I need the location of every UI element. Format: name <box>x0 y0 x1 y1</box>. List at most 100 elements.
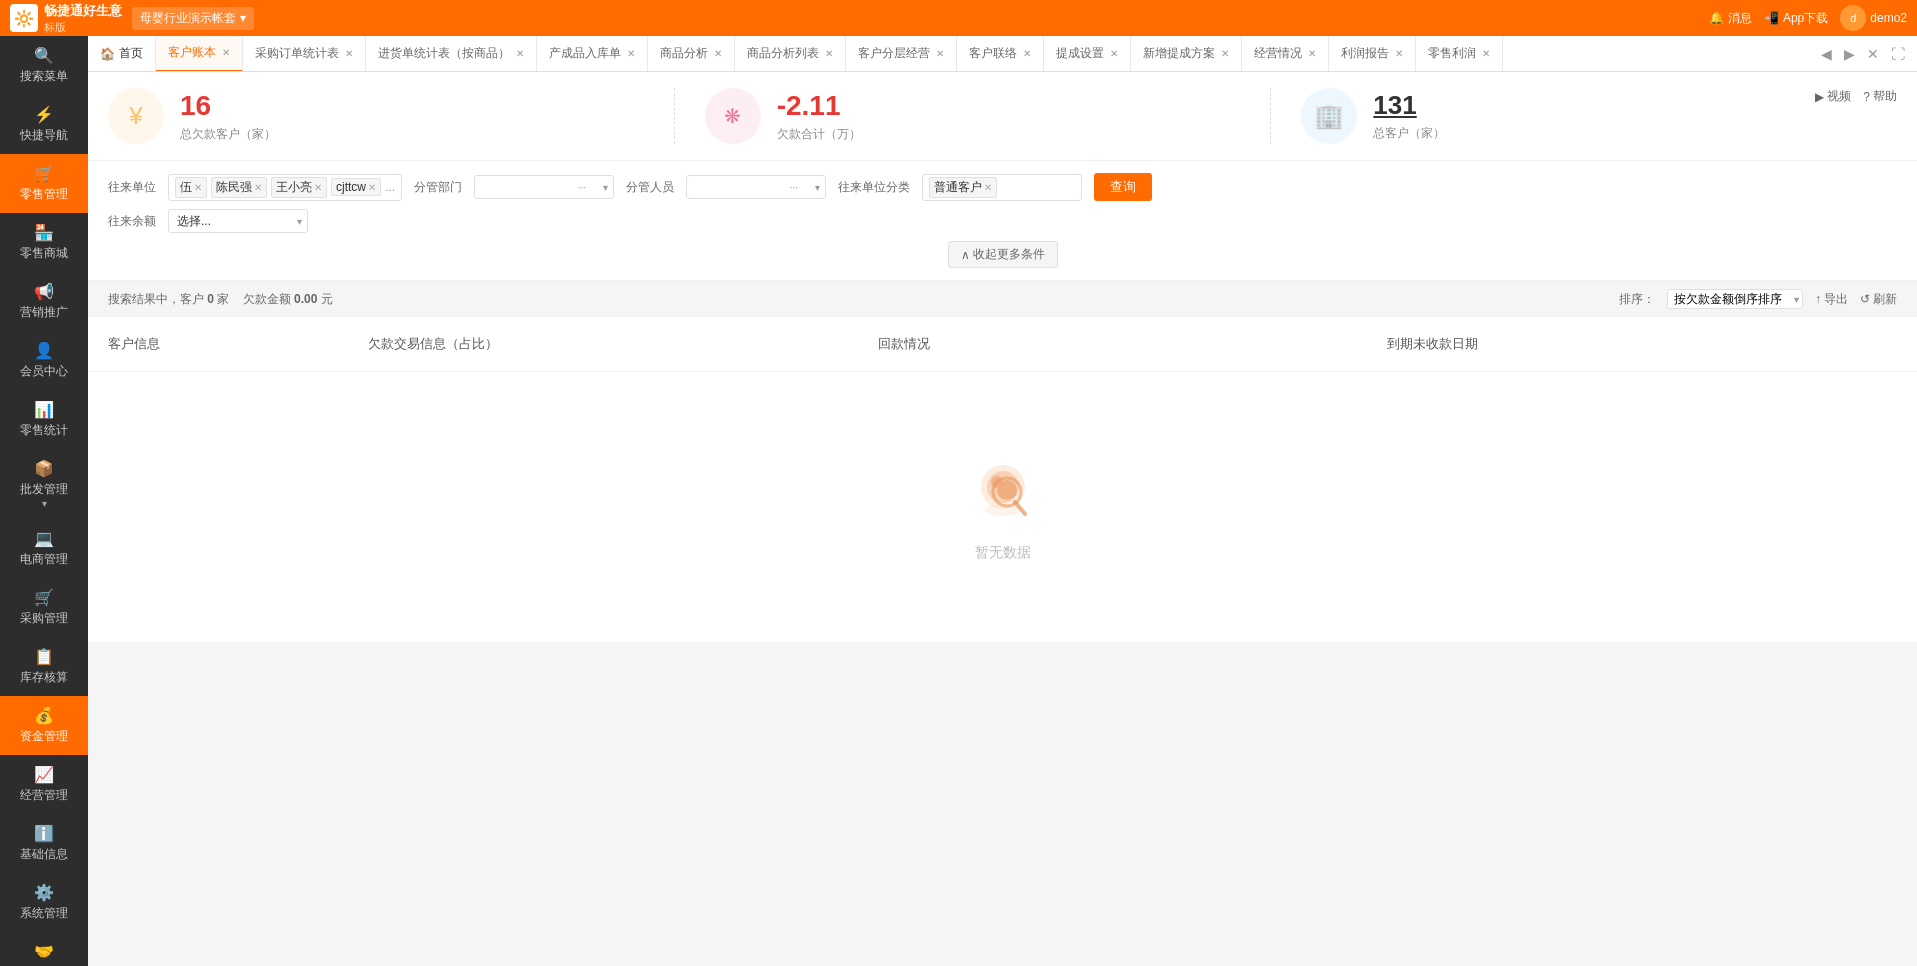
filter-section: 往来单位 伍 ✕ 陈民强 ✕ 王小亮 <box>88 161 1917 281</box>
tab-close-boost-settings[interactable]: ✕ <box>1110 48 1118 59</box>
industry-selector[interactable]: 母婴行业演示帐套 ▾ <box>132 7 254 30</box>
tab-purchase-order-stats[interactable]: 采购订单统计表 ✕ <box>243 36 366 72</box>
dept-clear-icon[interactable]: ··· <box>578 182 586 193</box>
debt-icon: ❋ <box>705 88 761 144</box>
tab-maximize-button[interactable]: ⛶ <box>1887 44 1909 64</box>
tab-customer-link[interactable]: 客户联络 ✕ <box>957 36 1044 72</box>
app-download-button[interactable]: 📲 App下载 <box>1764 10 1828 27</box>
purchase-mgmt-icon: 🛒 <box>6 588 82 607</box>
unit-category-input[interactable]: 普通客户 ✕ <box>922 174 1082 201</box>
refresh-icon: ↺ <box>1860 292 1870 306</box>
tab-profit-report[interactable]: 利润报告 ✕ <box>1329 36 1416 72</box>
sidebar-item-retail-mall[interactable]: 🏪 零售商城 <box>0 213 88 272</box>
tab-boost-settings[interactable]: 提成设置 ✕ <box>1044 36 1131 72</box>
tab-close-purchase-order-stats[interactable]: ✕ <box>345 48 353 59</box>
message-button[interactable]: 🔔 消息 <box>1709 10 1752 27</box>
tab-next-button[interactable]: ▶ <box>1840 44 1859 64</box>
tab-close-all-button[interactable]: ✕ <box>1863 44 1883 64</box>
sidebar-item-marketing[interactable]: 📢 营销推广 <box>0 272 88 331</box>
unit-tags-input[interactable]: 伍 ✕ 陈民强 ✕ 王小亮 ✕ <box>168 174 402 201</box>
tab-product-analysis-list[interactable]: 商品分析列表 ✕ <box>735 36 846 72</box>
sort-select[interactable]: 按欠款金额倒序排序 <box>1667 289 1803 309</box>
total-all-customers-label: 总客户（家） <box>1373 125 1445 142</box>
tab-close-profit-report[interactable]: ✕ <box>1395 48 1403 59</box>
remove-tag-4[interactable]: ✕ <box>368 182 376 193</box>
filter-tag-3: 王小亮 ✕ <box>271 177 327 198</box>
sidebar-item-base-info[interactable]: ℹ️ 基础信息 <box>0 814 88 873</box>
tab-close-ops-status[interactable]: ✕ <box>1308 48 1316 59</box>
download-icon: 📲 <box>1764 11 1779 25</box>
empty-illustration <box>963 452 1043 532</box>
industry-selector-area[interactable]: 母婴行业演示帐套 ▾ <box>122 7 1709 30</box>
tab-close-product-analysis[interactable]: ✕ <box>714 48 722 59</box>
avatar: d <box>1840 5 1866 31</box>
total-all-customers-value: 131 <box>1373 90 1445 121</box>
total-debt-label: 欠款合计（万） <box>777 126 861 143</box>
tab-close-retail-profit[interactable]: ✕ <box>1482 48 1490 59</box>
tab-retail-profit[interactable]: 零售利润 ✕ <box>1416 36 1503 72</box>
tab-close-customer-segment[interactable]: ✕ <box>936 48 944 59</box>
tab-close-production-inbound[interactable]: ✕ <box>627 48 635 59</box>
person-select[interactable] <box>686 175 826 199</box>
person-clear-icon[interactable]: ··· <box>790 182 798 193</box>
sidebar-item-search[interactable]: 🔍 搜索菜单 <box>0 36 88 95</box>
stats-actions: ▶ 视频 ? 帮助 <box>1815 88 1897 105</box>
sidebar-item-inventory[interactable]: 📋 库存核算 <box>0 637 88 696</box>
logo-icon: 🔆 <box>10 4 38 32</box>
sidebar-item-finance-mgmt[interactable]: 💰 资金管理 <box>0 696 88 755</box>
tab-close-new-boost-plan[interactable]: ✕ <box>1221 48 1229 59</box>
sidebar-item-label: 资金管理 <box>6 728 82 745</box>
tab-ops-status[interactable]: 经营情况 ✕ <box>1242 36 1329 72</box>
sidebar-item-quick-nav[interactable]: ⚡ 快捷导航 <box>0 95 88 154</box>
tab-prev-button[interactable]: ◀ <box>1817 44 1836 64</box>
tab-inbound-stats[interactable]: 进货单统计表（按商品） ✕ <box>366 36 537 72</box>
sort-label: 排序： <box>1619 291 1655 308</box>
total-customers-value: 16 <box>180 89 276 123</box>
balance-select[interactable]: 选择... <box>168 209 308 233</box>
bell-icon: 🔔 <box>1709 11 1724 25</box>
retail-stats-icon: 📊 <box>6 400 82 419</box>
sidebar-item-ecom-mgmt[interactable]: 💻 电商管理 <box>0 519 88 578</box>
user-avatar-btn[interactable]: d demo2 <box>1840 5 1907 31</box>
sidebar-item-retail-stats[interactable]: 📊 零售统计 <box>0 390 88 449</box>
empty-state: 暂无数据 <box>88 372 1917 642</box>
total-debt-value: -2.11 <box>777 89 861 123</box>
sidebar-item-purchase-mgmt[interactable]: 🛒 采购管理 <box>0 578 88 637</box>
tab-new-boost-plan[interactable]: 新增提成方案 ✕ <box>1131 36 1242 72</box>
expand-icon: ▾ <box>6 498 82 509</box>
export-icon: ↑ <box>1815 292 1821 306</box>
sidebar-item-retail-mgmt[interactable]: 🛒 零售管理 <box>0 154 88 213</box>
remove-tag-1[interactable]: ✕ <box>194 182 202 193</box>
sidebar-item-enterprise-coop[interactable]: 🤝 企业协同 <box>0 932 88 966</box>
chevron-down-icon: ▾ <box>240 11 246 25</box>
remove-category-tag-1[interactable]: ✕ <box>984 182 992 193</box>
collapse-button[interactable]: ∧ 收起更多条件 <box>948 241 1058 268</box>
tab-product-analysis[interactable]: 商品分析 ✕ <box>648 36 735 72</box>
sidebar-item-member-center[interactable]: 👤 会员中心 <box>0 331 88 390</box>
refresh-button[interactable]: ↺ 刷新 <box>1860 291 1897 308</box>
filter-tags-more[interactable]: ... <box>385 180 395 194</box>
export-button[interactable]: ↑ 导出 <box>1815 291 1848 308</box>
remove-tag-2[interactable]: ✕ <box>254 182 262 193</box>
tab-close-product-analysis-list[interactable]: ✕ <box>825 48 833 59</box>
sidebar-item-label: 基础信息 <box>6 846 82 863</box>
tab-close-inbound-stats[interactable]: ✕ <box>516 48 524 59</box>
sidebar-item-label: 系统管理 <box>6 905 82 922</box>
video-button[interactable]: ▶ 视频 <box>1815 88 1851 105</box>
tab-close-customer-link[interactable]: ✕ <box>1023 48 1031 59</box>
tab-customer-segment[interactable]: 客户分层经营 ✕ <box>846 36 957 72</box>
sidebar-item-sys-mgmt[interactable]: ⚙️ 系统管理 <box>0 873 88 932</box>
retail-mall-icon: 🏪 <box>6 223 82 242</box>
tab-customer-account[interactable]: 客户账本 ✕ <box>156 36 243 72</box>
help-button[interactable]: ? 帮助 <box>1863 88 1897 105</box>
dept-select[interactable] <box>474 175 614 199</box>
sidebar-item-wholesale-mgmt[interactable]: 📦 批发管理 ▾ <box>0 449 88 519</box>
sort-select-wrap: 按欠款金额倒序排序 <box>1667 289 1803 309</box>
tab-production-inbound[interactable]: 产成品入库单 ✕ <box>537 36 648 72</box>
tab-home[interactable]: 🏠 首页 <box>88 36 156 72</box>
remove-tag-3[interactable]: ✕ <box>314 182 322 193</box>
query-button[interactable]: 查询 <box>1094 173 1152 201</box>
result-bar-right: 排序： 按欠款金额倒序排序 ↑ 导出 ↺ 刷新 <box>1619 289 1897 309</box>
sidebar-item-ops-mgmt[interactable]: 📈 经营管理 <box>0 755 88 814</box>
tab-close-customer-account[interactable]: ✕ <box>222 47 230 58</box>
